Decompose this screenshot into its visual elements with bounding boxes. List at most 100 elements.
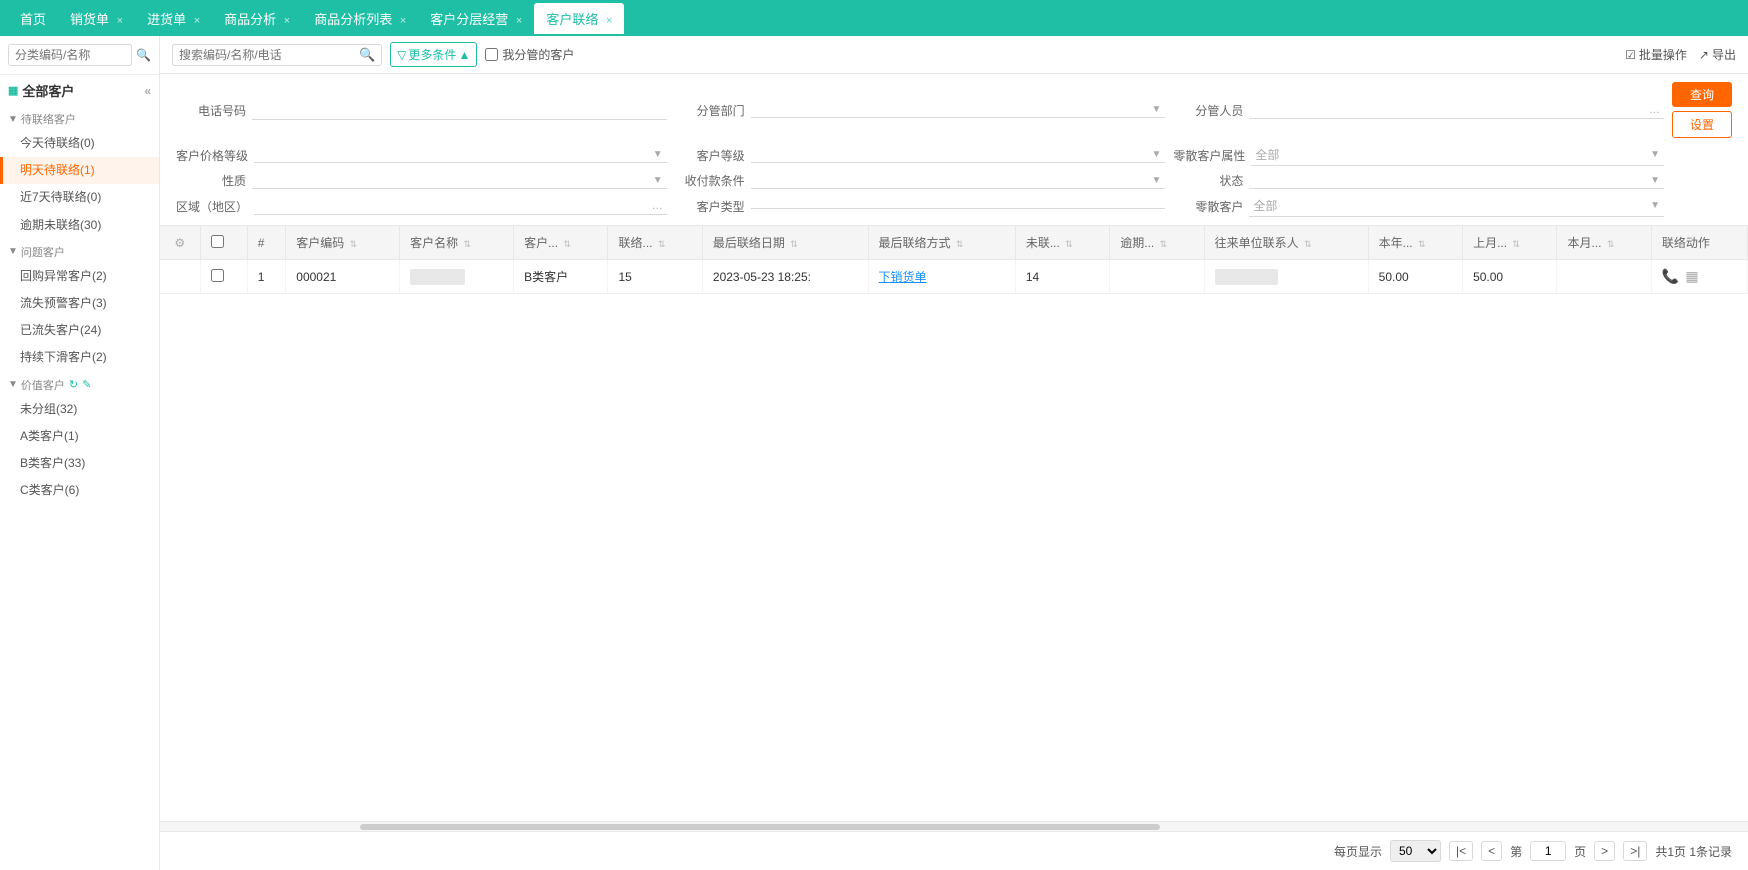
nav-purchase[interactable]: 进货单 × bbox=[135, 3, 212, 34]
customer-grade-label: 客户等级 bbox=[675, 147, 745, 164]
th-last-contact-method: 最后联络方式 ⇅ bbox=[868, 226, 1015, 260]
settings-btn[interactable]: 设置 bbox=[1672, 111, 1732, 138]
close-tier-icon[interactable]: × bbox=[516, 15, 522, 27]
dept-select[interactable]: ▼ bbox=[751, 102, 1166, 118]
value-edit-icon[interactable]: ✎ bbox=[82, 378, 91, 391]
value-refresh-icon[interactable]: ↻ bbox=[69, 378, 78, 391]
price-grade-select[interactable]: ▼ bbox=[254, 147, 667, 163]
sidebar-item-declining[interactable]: 持续下滑客户(2) bbox=[0, 344, 159, 371]
sidebar-search-input[interactable] bbox=[8, 44, 132, 66]
status-select[interactable]: ▼ bbox=[1249, 173, 1664, 189]
sort-unit-icon[interactable]: ⇅ bbox=[1304, 239, 1312, 250]
payment-caret-icon: ▼ bbox=[1151, 175, 1161, 186]
th-overdue: 逾期... ⇅ bbox=[1110, 226, 1204, 260]
close-analysis-icon[interactable]: × bbox=[284, 15, 290, 27]
page-unit-label: 页 bbox=[1574, 843, 1586, 860]
payment-label: 收付款条件 bbox=[675, 172, 745, 189]
sidebar-search-icon[interactable]: 🔍 bbox=[136, 48, 151, 62]
contact-method-link[interactable]: 下销货单 bbox=[879, 270, 927, 284]
next-page-btn[interactable]: > bbox=[1594, 841, 1615, 861]
sort-uncontacted-icon[interactable]: ⇅ bbox=[1065, 239, 1073, 250]
close-analysis-list-icon[interactable]: × bbox=[400, 15, 406, 27]
customer-type-select[interactable] bbox=[751, 204, 1166, 209]
sort-method-icon[interactable]: ⇅ bbox=[956, 239, 964, 250]
retail-customer-select[interactable]: 全部 ▼ bbox=[1249, 195, 1664, 217]
my-customers-checkbox-wrap[interactable]: 我分管的客户 bbox=[485, 46, 574, 63]
grid-action-icon[interactable]: ▦ bbox=[1685, 268, 1698, 285]
main-search-input[interactable] bbox=[179, 48, 359, 62]
retail-attr-select[interactable]: 全部 ▼ bbox=[1251, 144, 1664, 166]
th-action: 联络动作 bbox=[1651, 226, 1747, 260]
sidebar-item-class-b[interactable]: B类客户(33) bbox=[0, 450, 159, 477]
collapse-sidebar-btn[interactable]: « bbox=[144, 84, 151, 98]
phone-action-icon[interactable]: 📞 bbox=[1662, 268, 1679, 285]
person-select[interactable]: … bbox=[1249, 102, 1664, 119]
table-wrap: ⚙ # 客户编码 ⇅ 客户名称 ⇅ 客户... ⇅ 联络... ⇅ 最后联络日期… bbox=[160, 226, 1748, 821]
pending-group-title: ▼ 待联络客户 bbox=[0, 106, 159, 130]
close-sales-icon[interactable]: × bbox=[117, 15, 123, 27]
sort-code-icon[interactable]: ⇅ bbox=[350, 239, 358, 250]
query-btn[interactable]: 查询 bbox=[1672, 82, 1732, 107]
sidebar-item-class-a[interactable]: A类客户(1) bbox=[0, 423, 159, 450]
nav-sales[interactable]: 销货单 × bbox=[58, 3, 135, 34]
nav-customer-contact[interactable]: 客户联络 × bbox=[534, 3, 624, 34]
td-checkbox bbox=[200, 260, 247, 294]
filter-price-grade: 客户价格等级 ▼ bbox=[176, 147, 667, 164]
table-row: 1 000021 Ea B类客户 15 2023-05-23 18:25: 下销… bbox=[160, 260, 1748, 294]
sort-last-month-icon[interactable]: ⇅ bbox=[1512, 239, 1520, 250]
problem-group-title: ▼ 问题客户 bbox=[0, 239, 159, 263]
table-settings-icon[interactable]: ⚙ bbox=[174, 236, 185, 250]
sidebar-item-class-c[interactable]: C类客户(6) bbox=[0, 477, 159, 504]
payment-select[interactable]: ▼ bbox=[751, 173, 1166, 189]
sidebar-item-repurchase[interactable]: 回购异常客户(2) bbox=[0, 263, 159, 290]
my-customers-checkbox[interactable] bbox=[485, 48, 498, 61]
phone-input[interactable] bbox=[252, 101, 667, 120]
sidebar-item-7days[interactable]: 近7天待联络(0) bbox=[0, 184, 159, 211]
sidebar-item-churned[interactable]: 已流失客户(24) bbox=[0, 317, 159, 344]
row-checkbox[interactable] bbox=[211, 269, 224, 282]
sidebar-item-overdue[interactable]: 逾期未联络(30) bbox=[0, 212, 159, 239]
customer-grade-select[interactable]: ▼ bbox=[751, 147, 1166, 163]
per-page-select[interactable]: 50 100 200 bbox=[1390, 840, 1441, 862]
sort-contacts-icon[interactable]: ⇅ bbox=[658, 239, 666, 250]
sort-overdue-icon[interactable]: ⇅ bbox=[1160, 239, 1168, 250]
sort-name-icon[interactable]: ⇅ bbox=[464, 239, 472, 250]
main-search-icon[interactable]: 🔍 bbox=[359, 47, 375, 63]
more-conditions-btn[interactable]: ▽ 更多条件 ▲ bbox=[390, 42, 477, 67]
sort-year-icon[interactable]: ⇅ bbox=[1418, 239, 1426, 250]
select-all-checkbox[interactable] bbox=[211, 235, 224, 248]
nav-home[interactable]: 首页 bbox=[8, 3, 58, 34]
nav-product-analysis[interactable]: 商品分析 × bbox=[212, 3, 302, 34]
page-number-input[interactable] bbox=[1530, 841, 1566, 861]
sidebar-item-today[interactable]: 今天待联络(0) bbox=[0, 130, 159, 157]
filter-dept: 分管部门 ▼ bbox=[675, 102, 1166, 119]
region-select[interactable]: … bbox=[254, 198, 667, 215]
filter-row-3: 性质 ▼ 收付款条件 ▼ 状态 ▼ bbox=[176, 172, 1732, 189]
nav-customer-tier[interactable]: 客户分层经营 × bbox=[418, 3, 534, 34]
pending-arrow-icon: ▼ bbox=[8, 114, 18, 125]
first-page-btn[interactable]: |< bbox=[1449, 841, 1473, 861]
dept-caret-icon: ▼ bbox=[1151, 104, 1161, 115]
th-index: # bbox=[247, 226, 286, 260]
scrollbar-thumb[interactable] bbox=[360, 824, 1160, 830]
sidebar-item-tomorrow[interactable]: 明天待联络(1) bbox=[0, 157, 159, 184]
filter-actions: 查询 设置 bbox=[1672, 82, 1732, 138]
nav-product-analysis-list[interactable]: 商品分析列表 × bbox=[302, 3, 418, 34]
last-page-btn[interactable]: >| bbox=[1623, 841, 1647, 861]
sort-date-icon[interactable]: ⇅ bbox=[790, 239, 798, 250]
batch-operation-btn[interactable]: ☑ 批量操作 bbox=[1625, 46, 1687, 63]
sidebar-item-ungrouped[interactable]: 未分组(32) bbox=[0, 396, 159, 423]
sort-type-icon[interactable]: ⇅ bbox=[563, 239, 571, 250]
export-btn[interactable]: ↗ 导出 bbox=[1699, 46, 1736, 63]
sidebar-item-churn-warning[interactable]: 流失预警客户(3) bbox=[0, 290, 159, 317]
sort-this-month-icon[interactable]: ⇅ bbox=[1607, 239, 1615, 250]
td-name: Ea bbox=[400, 260, 514, 294]
filter-payment: 收付款条件 ▼ bbox=[675, 172, 1166, 189]
close-purchase-icon[interactable]: × bbox=[194, 15, 200, 27]
close-contact-icon[interactable]: × bbox=[606, 15, 612, 27]
nature-select[interactable]: ▼ bbox=[252, 173, 667, 189]
search-wrap: 🔍 bbox=[172, 44, 382, 66]
horizontal-scrollbar[interactable] bbox=[160, 821, 1748, 831]
filter-region: 区域（地区） … bbox=[176, 198, 667, 215]
prev-page-btn[interactable]: < bbox=[1481, 841, 1502, 861]
